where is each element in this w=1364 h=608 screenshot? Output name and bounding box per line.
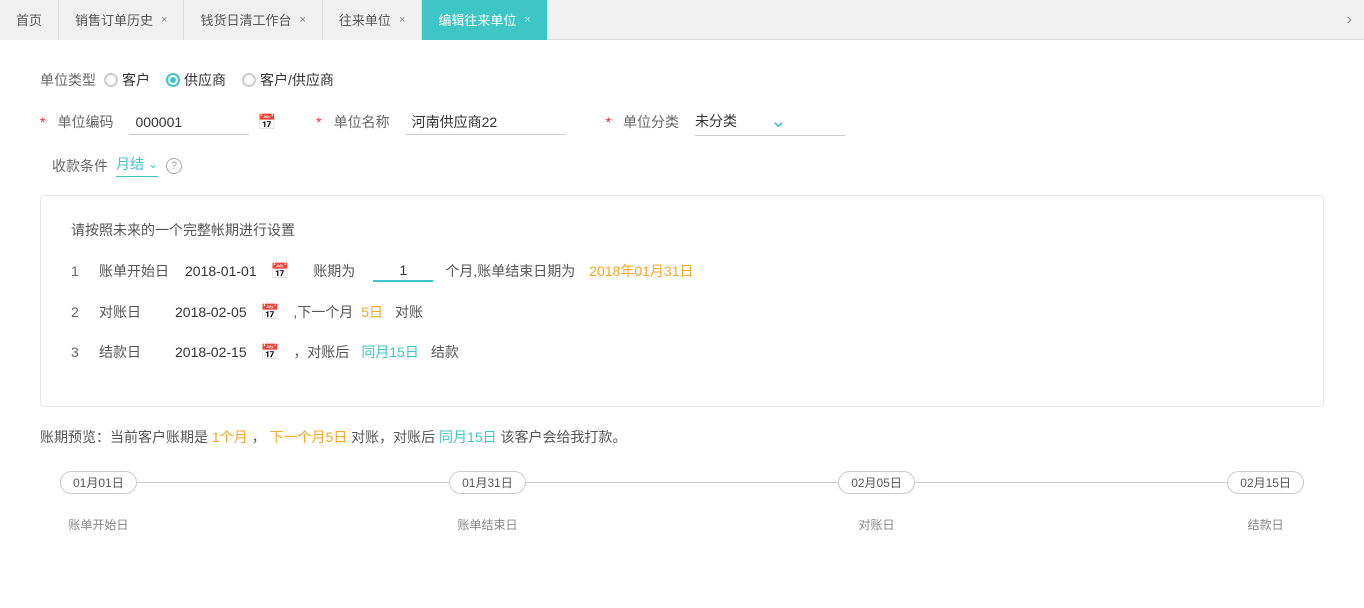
unit-type-row: 单位类型 客户 供应商 客户/供应商 — [40, 70, 1324, 90]
preview-part3: 同月15日 — [439, 429, 497, 445]
payment-terms-dropdown[interactable]: 月结 ⌄ — [116, 154, 158, 177]
tab-partner-units[interactable]: 往来单位 × — [323, 0, 422, 40]
tab-cashier-workbench[interactable]: 钱货日清工作台 × — [184, 0, 322, 40]
tab-bar: 首页 销售订单历史 × 钱货日清工作台 × 往来单位 × 编辑往来单位 × › — [0, 0, 1364, 40]
period-row-1: 1 账单开始日 2018-01-01 📅 账期为 个月,账单结束日期为 2018… — [71, 260, 1293, 282]
unit-category-group: * 单位分类 未分类 ⌄ — [606, 108, 845, 136]
period-middle-2: ,下一个月 — [293, 302, 353, 322]
period-date-3: 2018-02-15 — [175, 344, 247, 360]
radio-customer-circle — [104, 73, 118, 87]
unit-name-group: * 单位名称 — [316, 110, 565, 135]
period-calendar-icon-1[interactable]: 📅 — [271, 262, 290, 280]
timeline-item-3: 02月05日 对账日 — [838, 471, 915, 533]
unit-code-input[interactable] — [129, 110, 249, 135]
timeline-label-1: 账单开始日 — [68, 516, 128, 533]
timeline-badge-2: 01月31日 — [449, 471, 526, 494]
tab-partner-units-close[interactable]: × — [399, 14, 405, 26]
payment-terms-value: 月结 — [116, 154, 144, 174]
period-num-2: 2 — [71, 304, 91, 320]
preview-text: 账期预览：当前客户账期是 1个月 ， 下一个月5日 对账，对账后 同月15日 该… — [40, 427, 1324, 447]
tab-edit-partner[interactable]: 编辑往来单位 × — [422, 0, 547, 40]
unit-name-input[interactable] — [406, 110, 566, 135]
period-suffix2-2: 对账 — [395, 302, 423, 322]
period-label-1: 账单开始日 — [99, 261, 169, 281]
period-calendar-icon-3[interactable]: 📅 — [261, 343, 280, 361]
tab-cashier-workbench-close[interactable]: × — [299, 14, 305, 26]
payment-terms-help-icon[interactable]: ? — [166, 158, 182, 174]
period-title: 请按照未来的一个完整帐期进行设置 — [71, 220, 1293, 240]
unit-category-required: * — [606, 114, 611, 130]
period-row-2: 2 对账日 2018-02-05 📅 ,下一个月 5日 对账 — [71, 302, 1293, 322]
timeline-item-4: 02月15日 结款日 — [1227, 471, 1304, 533]
period-prefix-3: ，对账后 — [293, 342, 349, 362]
timeline-label-2: 账单结束日 — [457, 516, 517, 533]
radio-supplier[interactable]: 供应商 — [166, 70, 226, 90]
timeline-badge-3: 02月05日 — [838, 471, 915, 494]
period-suffix-1: 账期为 — [313, 261, 355, 281]
timeline-label-3: 对账日 — [859, 516, 895, 533]
preview-part1-sep: ， — [252, 429, 266, 445]
radio-customer-supplier-circle — [242, 73, 256, 87]
timeline-badge-4: 02月15日 — [1227, 471, 1304, 494]
unit-category-dropdown[interactable]: 未分类 ⌄ — [695, 108, 845, 136]
period-suffix3-3: 结款 — [431, 342, 459, 362]
preview-part3-end: 该客户会给我打款。 — [501, 429, 627, 445]
radio-customer[interactable]: 客户 — [104, 70, 150, 90]
preview-part2-sep: 对账，对账后 — [351, 429, 435, 445]
tab-expand-button[interactable]: › — [1335, 11, 1364, 29]
period-num-1: 1 — [71, 263, 91, 279]
unit-code-label: 单位编码 — [57, 112, 113, 132]
tab-sales-history[interactable]: 销售订单历史 × — [59, 0, 184, 40]
preview-label: 账期预览：当前客户账期是 — [40, 429, 208, 445]
period-highlight-1: 2018年01月31日 — [589, 261, 693, 281]
period-highlight2-3: 同月15日 — [361, 342, 419, 362]
payment-terms-label: 收款条件 — [52, 156, 108, 176]
period-input-suffix-1: 个月,账单结束日期为 — [445, 261, 575, 281]
period-input-1[interactable] — [373, 260, 433, 282]
timeline-label-4: 结款日 — [1248, 516, 1284, 533]
unit-type-radio-group: 客户 供应商 客户/供应商 — [104, 70, 334, 90]
period-num-3: 3 — [71, 344, 91, 360]
unit-code-required: * — [40, 114, 45, 130]
main-content: 单位类型 客户 供应商 客户/供应商 * 单位编码 📅 * 单位名称 — [0, 40, 1364, 608]
preview-part2: 下一个月5日 — [269, 429, 347, 445]
unit-code-calendar-icon[interactable]: 📅 — [257, 113, 276, 131]
period-date-2: 2018-02-05 — [175, 304, 247, 320]
timeline-item-2: 01月31日 账单结束日 — [449, 471, 526, 533]
unit-name-label: 单位名称 — [334, 112, 390, 132]
unit-name-required: * — [316, 114, 321, 130]
timeline-item-1: 01月01日 账单开始日 — [60, 471, 137, 533]
unit-category-value: 未分类 — [695, 111, 770, 131]
timeline-section: 01月01日 账单开始日 01月31日 账单结束日 02月05日 对账日 — [40, 471, 1324, 533]
period-highlight1-2: 5日 — [361, 302, 383, 322]
unit-info-row: * 单位编码 📅 * 单位名称 * 单位分类 未分类 ⌄ — [40, 108, 1324, 136]
unit-category-arrow-icon: ⌄ — [770, 108, 845, 133]
unit-code-group: * 单位编码 📅 — [40, 110, 276, 135]
timeline-badge-1: 01月01日 — [60, 471, 137, 494]
period-label-2: 对账日 — [99, 302, 159, 322]
preview-part1: 1个月 — [212, 429, 248, 445]
period-date-1: 2018-01-01 — [185, 263, 257, 279]
radio-supplier-circle — [166, 73, 180, 87]
period-row-3: 3 结款日 2018-02-15 📅 ，对账后 同月15日 结款 — [71, 342, 1293, 362]
payment-terms-arrow-icon: ⌄ — [148, 157, 158, 171]
payment-terms-row: 收款条件 月结 ⌄ ? — [40, 154, 1324, 177]
tab-home[interactable]: 首页 — [0, 0, 59, 40]
period-label-3: 结款日 — [99, 342, 159, 362]
radio-customer-supplier[interactable]: 客户/供应商 — [242, 70, 334, 90]
timeline-items: 01月01日 账单开始日 01月31日 账单结束日 02月05日 对账日 — [60, 471, 1304, 533]
tab-sales-history-close[interactable]: × — [161, 14, 167, 26]
unit-type-label: 单位类型 — [40, 70, 96, 90]
tab-edit-partner-close[interactable]: × — [524, 14, 530, 26]
unit-category-label: 单位分类 — [623, 112, 679, 132]
period-calendar-icon-2[interactable]: 📅 — [261, 303, 280, 321]
period-box: 请按照未来的一个完整帐期进行设置 1 账单开始日 2018-01-01 📅 账期… — [40, 195, 1324, 407]
